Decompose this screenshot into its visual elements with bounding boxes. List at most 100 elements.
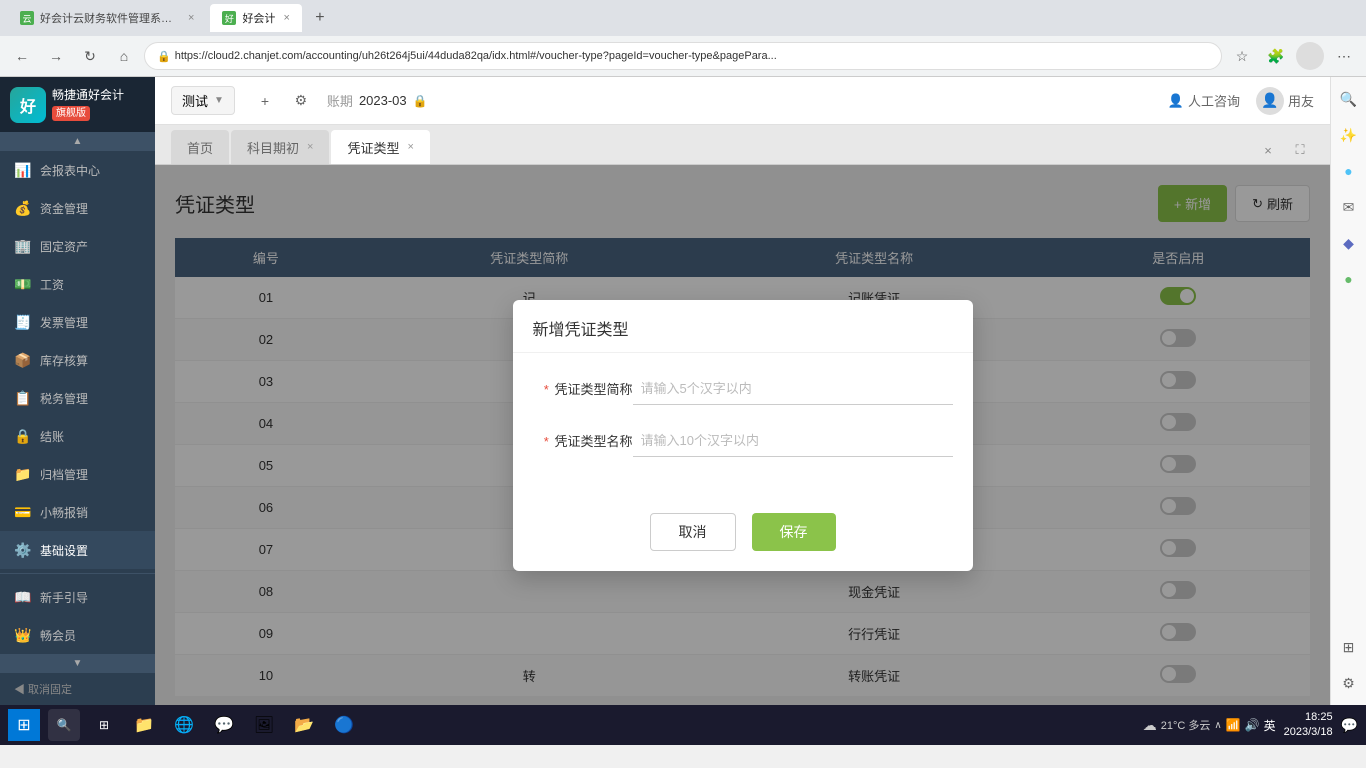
forward-button[interactable]: →	[42, 42, 70, 70]
short-input[interactable]	[633, 373, 953, 405]
archive-icon: 📁	[14, 465, 32, 483]
required-icon-short: *	[544, 382, 549, 397]
sidebar-item-tax[interactable]: 📋 税务管理	[0, 379, 155, 417]
tab-title-2: 好会计	[242, 10, 275, 26]
bookmark-button[interactable]: ☆	[1228, 42, 1256, 70]
sidebar-item-salary[interactable]: 💵 工资	[0, 265, 155, 303]
photos-icon: 🖼	[254, 715, 274, 735]
user-button[interactable]: 👤 用友	[1256, 87, 1314, 115]
fixed-assets-icon: 🏢	[14, 237, 32, 255]
sidebar-item-closing[interactable]: 🔒 结账	[0, 417, 155, 455]
help-button[interactable]: 👤 人工咨询	[1168, 91, 1240, 110]
sidebar-item-dashboards[interactable]: 📊 会报表中心	[0, 151, 155, 189]
notification-icon[interactable]: 💬	[1341, 717, 1358, 734]
address-bar: ← → ↻ ⌂ 🔒 https://cloud2.chanjet.com/acc…	[0, 36, 1366, 76]
taskbar-files[interactable]: 📂	[288, 709, 320, 741]
tab-subject-label: 科目期初	[247, 138, 299, 157]
right-green-icon[interactable]: ●	[1335, 265, 1363, 293]
extensions-button[interactable]: 🧩	[1262, 42, 1290, 70]
help-label: 人工咨询	[1188, 91, 1240, 110]
taskbar-search[interactable]: 🔍	[48, 709, 80, 741]
workspace-selector[interactable]: 测试 ▼	[171, 86, 235, 115]
home-button[interactable]: ⌂	[110, 42, 138, 70]
save-button[interactable]: 保存	[752, 513, 836, 551]
name-label: * 凭证类型名称	[533, 431, 633, 450]
name-field: * 凭证类型名称	[533, 425, 953, 457]
new-tab-button[interactable]: +	[306, 4, 334, 32]
tab-subject-close[interactable]: ×	[307, 141, 313, 153]
taskbar-edge[interactable]: 🔵	[328, 709, 360, 741]
minimize-panel-button[interactable]: ×	[1254, 136, 1282, 164]
funds-icon: 💰	[14, 199, 32, 217]
right-email-icon[interactable]: ✉	[1335, 193, 1363, 221]
address-input[interactable]: 🔒 https://cloud2.chanjet.com/accounting/…	[144, 42, 1222, 70]
right-search-icon[interactable]: 🔍	[1335, 85, 1363, 113]
right-diamond-icon[interactable]: ◆	[1335, 229, 1363, 257]
sidebar-item-membership[interactable]: 👑 畅会员	[0, 616, 155, 654]
sidebar-item-expense[interactable]: 💳 小畅报销	[0, 493, 155, 531]
sidebar-label-dashboards: 会报表中心	[40, 162, 100, 179]
start-button[interactable]: ⊞	[8, 709, 40, 741]
sidebar-label-invoice: 发票管理	[40, 314, 88, 331]
top-actions: + ⚙	[251, 87, 315, 115]
right-gear-icon[interactable]: ⚙	[1335, 669, 1363, 697]
help-icon: 👤	[1168, 93, 1184, 109]
sidebar-item-fixed-assets[interactable]: 🏢 固定资产	[0, 227, 155, 265]
taskbar-photos[interactable]: 🖼	[248, 709, 280, 741]
more-button[interactable]: ⋯	[1330, 42, 1358, 70]
sidebar-scroll-down[interactable]: ▼	[0, 654, 155, 673]
taskbar-wechat[interactable]: 💬	[208, 709, 240, 741]
back-button[interactable]: ←	[8, 42, 36, 70]
expense-icon: 💳	[14, 503, 32, 521]
dialog-body: * 凭证类型简称 * 凭证类型名称	[513, 353, 973, 497]
name-input[interactable]	[633, 425, 953, 457]
reload-button[interactable]: ↻	[76, 42, 104, 70]
sidebar-scroll-up[interactable]: ▲	[0, 132, 155, 151]
sidebar-item-guide[interactable]: 📖 新手引导	[0, 578, 155, 616]
taskbar-explorer[interactable]: 📁	[128, 709, 160, 741]
right-star-icon[interactable]: ✨	[1335, 121, 1363, 149]
tab-favicon-1: 云	[20, 11, 34, 25]
sidebar-label-closing: 结账	[40, 428, 64, 445]
tab-voucher-close[interactable]: ×	[407, 141, 413, 153]
tab-close-1[interactable]: ×	[188, 12, 194, 24]
taskbar-taskview[interactable]: ⊞	[88, 709, 120, 741]
browser-tab-2[interactable]: 好 好会计 ×	[210, 4, 301, 32]
top-bar: 测试 ▼ + ⚙ 账期 2023-03 🔒 👤 人工咨询 👤	[155, 77, 1330, 125]
user-avatar-icon: 👤	[1261, 92, 1278, 109]
sidebar-item-funds[interactable]: 💰 资金管理	[0, 189, 155, 227]
closing-icon: 🔒	[14, 427, 32, 445]
cancel-button[interactable]: 取消	[650, 513, 736, 551]
tab-title-1: 好会计云财务软件管理系统_会计	[40, 10, 180, 26]
expand-panel-button[interactable]: ⛶	[1286, 136, 1314, 164]
sidebar-unpin[interactable]: ◀ 取消固定	[0, 673, 155, 705]
tab-voucher-type[interactable]: 凭证类型 ×	[331, 130, 429, 164]
page-tabs: 首页 科目期初 × 凭证类型 × × ⛶	[155, 125, 1330, 165]
right-panel: 🔍 ✨ ● ✉ ◆ ● ⊞ ⚙	[1330, 77, 1366, 705]
dialog-title: 新增凭证类型	[513, 300, 973, 353]
browser-tab-1[interactable]: 云 好会计云财务软件管理系统_会计 ×	[8, 4, 206, 32]
taskbar-chrome[interactable]: 🌐	[168, 709, 200, 741]
sidebar-item-settings[interactable]: ⚙️ 基础设置	[0, 531, 155, 569]
settings-gear-button[interactable]: ⚙	[287, 87, 315, 115]
sidebar-label-inventory: 库存核算	[40, 352, 88, 369]
lock-period-icon: 🔒	[413, 94, 428, 108]
salary-icon: 💵	[14, 275, 32, 293]
sidebar-item-invoice[interactable]: 🧾 发票管理	[0, 303, 155, 341]
profile-button[interactable]	[1296, 42, 1324, 70]
tray-expand[interactable]: ∧	[1214, 720, 1221, 731]
right-grid-icon[interactable]: ⊞	[1335, 633, 1363, 661]
edge-icon: 🔵	[334, 715, 354, 735]
clock-date: 2023/3/18	[1284, 725, 1333, 740]
tab-subject[interactable]: 科目期初 ×	[231, 130, 329, 164]
guide-icon: 📖	[14, 588, 32, 606]
tax-icon: 📋	[14, 389, 32, 407]
add-workspace-button[interactable]: +	[251, 87, 279, 115]
sidebar-item-archive[interactable]: 📁 归档管理	[0, 455, 155, 493]
tab-home[interactable]: 首页	[171, 130, 229, 164]
tab-close-2[interactable]: ×	[283, 12, 289, 24]
sidebar-item-inventory[interactable]: 📦 库存核算	[0, 341, 155, 379]
sidebar-label-guide: 新手引导	[40, 589, 88, 606]
inventory-icon: 📦	[14, 351, 32, 369]
right-circle-icon[interactable]: ●	[1335, 157, 1363, 185]
